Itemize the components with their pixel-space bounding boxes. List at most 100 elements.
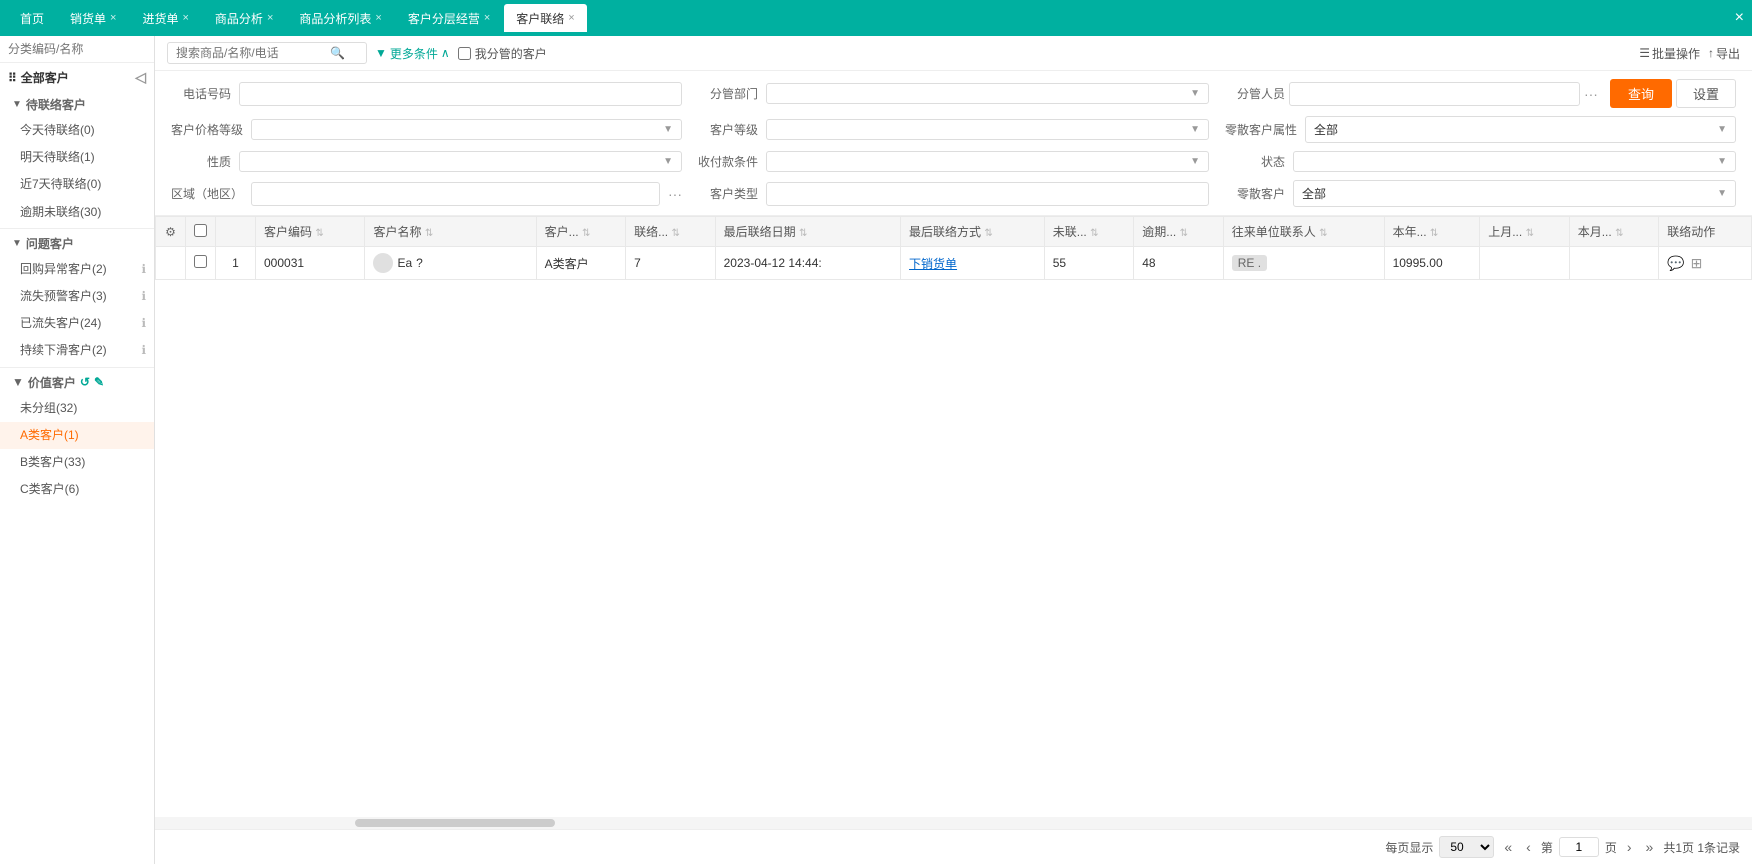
dept-select[interactable]: ▼ (766, 83, 1209, 104)
chevron-icon: ∧ (441, 46, 450, 60)
sidebar-item-ungroup[interactable]: 未分组(32) (0, 395, 154, 422)
price-level-select[interactable]: ▼ (251, 119, 682, 140)
refresh-icon[interactable]: ↺ (80, 375, 90, 389)
nav-customer-contact-close[interactable]: × (568, 12, 574, 24)
nav-product-analysis[interactable]: 商品分析 × (203, 4, 285, 32)
row-this-year: 10995.00 (1393, 256, 1443, 270)
nav-product-list[interactable]: 商品分析列表 × (287, 4, 393, 32)
collapse-sidebar-icon[interactable]: ◁ (135, 69, 146, 86)
row-index-cell: 1 (216, 247, 256, 280)
sidebar-item-c-class[interactable]: C类客户(6) (0, 476, 154, 503)
problem-section-header[interactable]: ▼ 问题客户 (0, 231, 154, 256)
sidebar-item-overdue[interactable]: 逾期未联络(30) (0, 199, 154, 226)
sidebar-item-overdue-label: 逾期未联络(30) (20, 205, 101, 219)
retail-attr-select[interactable]: 全部 ▼ (1305, 116, 1736, 143)
page-number-input[interactable] (1559, 837, 1599, 857)
table-header-row: ⚙ 客户编码 ⇅ 客户名称 ⇅ (156, 217, 1752, 247)
query-button[interactable]: 查询 (1610, 79, 1672, 108)
export-label: 导出 (1716, 45, 1740, 62)
search-input[interactable] (176, 46, 326, 60)
nav-product-list-close[interactable]: × (375, 12, 381, 24)
payment-chevron-icon: ▼ (1190, 156, 1200, 167)
search-icon[interactable]: 🔍 (330, 46, 345, 60)
sidebar-item-b-class[interactable]: B类客户(33) (0, 449, 154, 476)
sidebar-item-tomorrow[interactable]: 明天待联络(1) (0, 144, 154, 171)
sort-last-date-icon[interactable]: ⇅ (799, 228, 807, 239)
nature-select[interactable]: ▼ (239, 151, 682, 172)
sidebar-search-input[interactable] (8, 42, 155, 56)
manager-dots-btn[interactable]: ··· (1584, 86, 1598, 102)
prev-page-btn[interactable]: ‹ (1522, 837, 1535, 857)
pending-section-header[interactable]: ▼ 待联络客户 (0, 92, 154, 117)
more-conditions-btn[interactable]: ▼ 更多条件 ∧ (375, 45, 450, 62)
nav-sales-close[interactable]: × (110, 12, 116, 24)
sidebar-item-a-class[interactable]: A类客户(1) (0, 422, 154, 449)
sidebar-item-declining[interactable]: 持续下滑客户(2) ℹ (0, 337, 154, 364)
horizontal-scrollbar[interactable] (155, 817, 1752, 829)
col-this-year-label: 本年... (1393, 225, 1427, 239)
customer-type-input[interactable] (766, 182, 1209, 206)
pending-triangle-icon: ▼ (12, 99, 22, 110)
qr-action-icon[interactable]: ⊞ (1691, 255, 1703, 272)
nav-purchase[interactable]: 进货单 × (130, 4, 200, 32)
setting-button[interactable]: 设置 (1676, 79, 1736, 108)
value-section-header[interactable]: ▼ 价值客户 ↺ ✎ (0, 370, 154, 395)
sort-last-month-icon[interactable]: ⇅ (1526, 228, 1534, 239)
customer-level-select[interactable]: ▼ (766, 119, 1209, 140)
select-all-checkbox[interactable] (194, 224, 207, 237)
sidebar-item-churn-warn[interactable]: 流失预警客户(3) ℹ (0, 283, 154, 310)
phone-input[interactable] (239, 82, 682, 106)
next-page-btn[interactable]: › (1623, 837, 1636, 857)
sort-code-icon[interactable]: ⇅ (315, 228, 323, 239)
region-dots-btn[interactable]: ··· (668, 186, 682, 202)
filter-right-actions: ☰ 批量操作 ↑ 导出 (1639, 45, 1740, 62)
edit-icon[interactable]: ✎ (94, 375, 104, 389)
sort-overdue-icon[interactable]: ⇅ (1180, 228, 1188, 239)
status-select[interactable]: ▼ (1293, 151, 1736, 172)
col-contact-header: 联络... ⇅ (626, 217, 716, 247)
chat-action-icon[interactable]: 💬 (1667, 255, 1684, 272)
nav-customer-contact[interactable]: 客户联络 × (504, 4, 586, 32)
batch-op-btn[interactable]: ☰ 批量操作 (1639, 45, 1700, 62)
nav-customer-layer[interactable]: 客户分层经营 × (396, 4, 502, 32)
info-icon-repurchase: ℹ (141, 260, 146, 279)
sort-uncontacted-icon[interactable]: ⇅ (1090, 228, 1098, 239)
row-checkbox[interactable] (194, 255, 207, 268)
gear-icon[interactable]: ⚙ (165, 225, 176, 239)
nav-home[interactable]: 首页 (8, 4, 56, 32)
all-customers-header[interactable]: ⠿ 全部客户 ◁ (0, 63, 154, 92)
sort-type-icon[interactable]: ⇅ (582, 228, 590, 239)
retail-customer-select[interactable]: 全部 ▼ (1293, 180, 1736, 207)
sort-contact-icon[interactable]: ⇅ (671, 228, 679, 239)
per-page-select[interactable]: 50 100 200 (1439, 836, 1494, 858)
row-last-method[interactable]: 下销货单 (909, 257, 957, 271)
nav-purchase-close[interactable]: × (182, 12, 188, 24)
col-name-label: 客户名称 (373, 225, 421, 239)
last-page-btn[interactable]: » (1642, 837, 1658, 857)
filter-manager-row: 分管人员 ··· 查询 设置 (1225, 79, 1736, 108)
sidebar-item-today[interactable]: 今天待联络(0) (0, 117, 154, 144)
region-input[interactable] (251, 182, 660, 206)
sidebar-item-churned[interactable]: 已流失客户(24) ℹ (0, 310, 154, 337)
sort-this-month-icon[interactable]: ⇅ (1615, 228, 1623, 239)
sort-last-method-icon[interactable]: ⇅ (984, 228, 992, 239)
export-btn[interactable]: ↑ 导出 (1708, 45, 1740, 62)
nav-customer-layer-close[interactable]: × (484, 12, 490, 24)
row-action-cell: 💬 ⊞ (1659, 247, 1752, 280)
my-customers-checkbox[interactable] (458, 47, 471, 60)
sidebar-item-7days-label: 近7天待联络(0) (20, 177, 101, 191)
nav-customer-layer-label: 客户分层经营 (408, 10, 480, 27)
info-icon-churned: ℹ (141, 314, 146, 333)
sort-name-icon[interactable]: ⇅ (425, 228, 433, 239)
nav-sales[interactable]: 销货单 × (58, 4, 128, 32)
sidebar-item-7days[interactable]: 近7天待联络(0) (0, 171, 154, 198)
sidebar-item-repurchase[interactable]: 回购异常客户(2) ℹ (0, 256, 154, 283)
scroll-thumb[interactable] (355, 819, 555, 827)
first-page-btn[interactable]: « (1500, 837, 1516, 857)
nav-product-analysis-close[interactable]: × (267, 12, 273, 24)
manager-input[interactable] (1289, 82, 1580, 106)
sort-contact2-icon[interactable]: ⇅ (1319, 228, 1327, 239)
sort-this-year-icon[interactable]: ⇅ (1430, 228, 1438, 239)
payment-select[interactable]: ▼ (766, 151, 1209, 172)
close-all-tabs[interactable]: × (1735, 9, 1744, 27)
